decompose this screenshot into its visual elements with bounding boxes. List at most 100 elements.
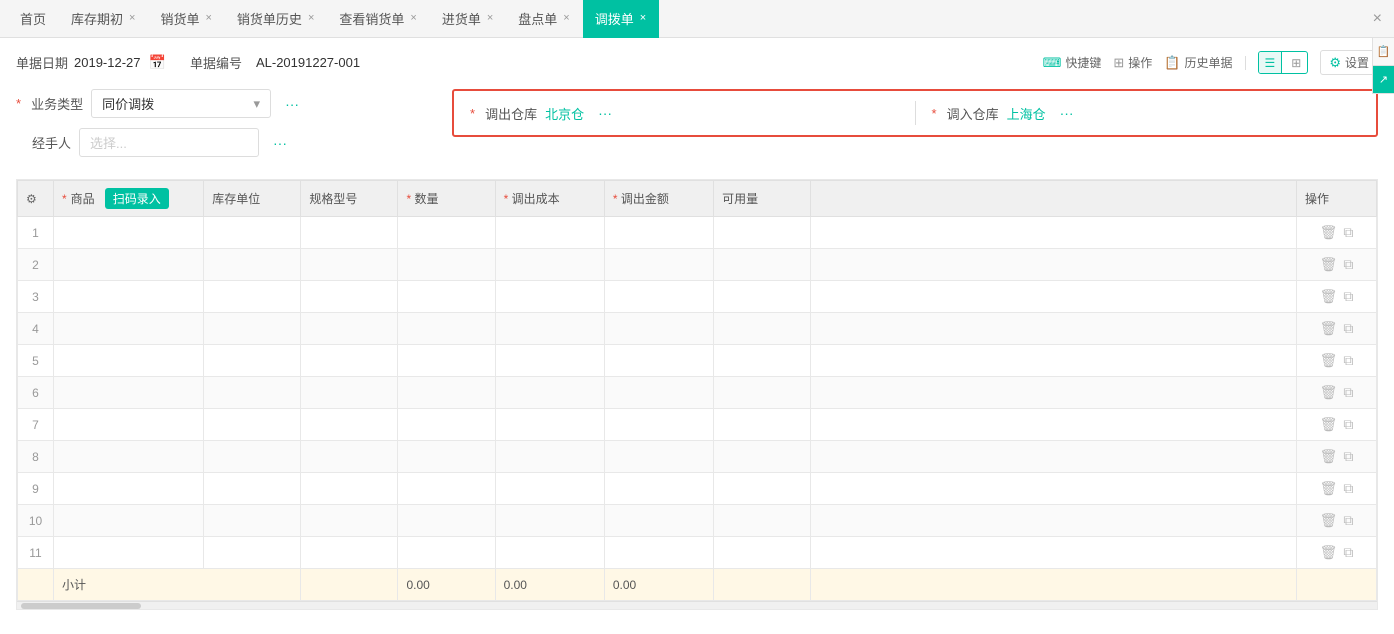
row-5-available[interactable] xyxy=(714,345,811,377)
row-9-delete-icon[interactable]: 🗑 xyxy=(1320,480,1338,497)
row-8-spec[interactable] xyxy=(301,441,398,473)
row-2-product[interactable] xyxy=(54,249,204,281)
row-6-available[interactable] xyxy=(714,377,811,409)
row-4-copy-icon[interactable]: ⧉ xyxy=(1343,320,1353,337)
tab-sales-history[interactable]: 销货单历史 × xyxy=(225,0,327,38)
business-type-dropdown[interactable]: 同价调拨 ▾ xyxy=(91,89,271,118)
row-8-delete-icon[interactable]: 🗑 xyxy=(1320,448,1338,465)
row-2-delete-icon[interactable]: 🗑 xyxy=(1320,256,1338,273)
row-8-cost[interactable] xyxy=(495,441,604,473)
row-11-spec[interactable] xyxy=(301,537,398,569)
tab-transfer-order[interactable]: 调拨单 × xyxy=(583,0,659,38)
row-10-delete-icon[interactable]: 🗑 xyxy=(1320,512,1338,529)
row-2-quantity[interactable] xyxy=(398,249,495,281)
row-6-spec[interactable] xyxy=(301,377,398,409)
tab-inventory-check[interactable]: 盘点单 × xyxy=(506,0,582,38)
row-9-unit[interactable] xyxy=(204,473,301,505)
row-4-unit[interactable] xyxy=(204,313,301,345)
row-7-unit[interactable] xyxy=(204,409,301,441)
operation-btn[interactable]: ⊞ 操作 xyxy=(1113,54,1152,71)
row-11-quantity[interactable] xyxy=(398,537,495,569)
row-10-available[interactable] xyxy=(714,505,811,537)
row-8-available[interactable] xyxy=(714,441,811,473)
tab-inventory-init[interactable]: 库存期初 × xyxy=(59,0,148,38)
tab-view-sales[interactable]: 查看销货单 × xyxy=(327,0,429,38)
row-9-product[interactable] xyxy=(54,473,204,505)
row-5-copy-icon[interactable]: ⧉ xyxy=(1343,352,1353,369)
row-7-spec[interactable] xyxy=(301,409,398,441)
row-4-product[interactable] xyxy=(54,313,204,345)
tab-inventory-init-close[interactable]: × xyxy=(129,13,135,24)
window-close-icon[interactable]: × xyxy=(1373,10,1382,28)
history-btn[interactable]: 📋 历史单据 xyxy=(1164,54,1232,71)
row-1-delete-icon[interactable]: 🗑 xyxy=(1320,224,1338,241)
row-3-spec[interactable] xyxy=(301,281,398,313)
transfer-in-more-icon[interactable]: ··· xyxy=(1060,105,1074,121)
horizontal-scrollbar[interactable] xyxy=(17,601,1377,609)
row-3-quantity[interactable] xyxy=(398,281,495,313)
row-6-product[interactable] xyxy=(54,377,204,409)
row-10-quantity[interactable] xyxy=(398,505,495,537)
row-7-cost[interactable] xyxy=(495,409,604,441)
tab-purchase-order[interactable]: 进货单 × xyxy=(430,0,506,38)
row-6-cost[interactable] xyxy=(495,377,604,409)
handler-more-icon[interactable]: ··· xyxy=(273,135,287,151)
row-3-copy-icon[interactable]: ⧉ xyxy=(1343,288,1353,305)
row-3-available[interactable] xyxy=(714,281,811,313)
row-11-copy-icon[interactable]: ⧉ xyxy=(1343,544,1353,561)
row-6-copy-icon[interactable]: ⧉ xyxy=(1343,384,1353,401)
row-2-copy-icon[interactable]: ⧉ xyxy=(1343,256,1353,273)
row-8-quantity[interactable] xyxy=(398,441,495,473)
side-notes-btn[interactable]: 📋 xyxy=(1373,38,1394,66)
handler-dropdown[interactable]: 选择... xyxy=(79,128,259,157)
row-4-cost[interactable] xyxy=(495,313,604,345)
tab-inventory-check-close[interactable]: × xyxy=(563,13,569,24)
row-3-delete-icon[interactable]: 🗑 xyxy=(1320,288,1338,305)
layout-list-btn[interactable]: ☰ xyxy=(1259,52,1283,73)
row-8-product[interactable] xyxy=(54,441,204,473)
settings-btn[interactable]: ⚙ 设置 xyxy=(1320,50,1378,75)
tab-purchase-order-close[interactable]: × xyxy=(487,13,493,24)
row-1-quantity[interactable] xyxy=(398,217,495,249)
row-3-amount[interactable] xyxy=(604,281,713,313)
tab-sales-order[interactable]: 销货单 × xyxy=(148,0,224,38)
row-10-product[interactable] xyxy=(54,505,204,537)
row-11-product[interactable] xyxy=(54,537,204,569)
row-2-unit[interactable] xyxy=(204,249,301,281)
tab-view-sales-close[interactable]: × xyxy=(410,13,416,24)
row-7-copy-icon[interactable]: ⧉ xyxy=(1343,416,1353,433)
business-type-more-icon[interactable]: ··· xyxy=(285,96,299,112)
row-5-cost[interactable] xyxy=(495,345,604,377)
row-2-amount[interactable] xyxy=(604,249,713,281)
row-3-product[interactable] xyxy=(54,281,204,313)
row-11-cost[interactable] xyxy=(495,537,604,569)
row-11-delete-icon[interactable]: 🗑 xyxy=(1320,544,1338,561)
row-9-copy-icon[interactable]: ⧉ xyxy=(1343,480,1353,497)
row-1-spec[interactable] xyxy=(301,217,398,249)
side-export-btn[interactable]: ↗ xyxy=(1373,66,1394,94)
tab-sales-history-close[interactable]: × xyxy=(308,13,314,24)
row-3-cost[interactable] xyxy=(495,281,604,313)
row-4-available[interactable] xyxy=(714,313,811,345)
row-4-spec[interactable] xyxy=(301,313,398,345)
row-1-product[interactable] xyxy=(54,217,204,249)
row-5-quantity[interactable] xyxy=(398,345,495,377)
row-5-spec[interactable] xyxy=(301,345,398,377)
col-gear[interactable]: ⚙ xyxy=(18,181,54,217)
tab-transfer-order-close[interactable]: × xyxy=(640,13,646,24)
row-4-amount[interactable] xyxy=(604,313,713,345)
row-11-amount[interactable] xyxy=(604,537,713,569)
layout-grid-btn[interactable]: ⊞ xyxy=(1285,52,1307,73)
row-5-unit[interactable] xyxy=(204,345,301,377)
row-3-unit[interactable] xyxy=(204,281,301,313)
row-11-available[interactable] xyxy=(714,537,811,569)
scroll-thumb[interactable] xyxy=(21,603,141,609)
row-7-delete-icon[interactable]: 🗑 xyxy=(1320,416,1338,433)
row-10-spec[interactable] xyxy=(301,505,398,537)
row-5-delete-icon[interactable]: 🗑 xyxy=(1320,352,1338,369)
row-5-product[interactable] xyxy=(54,345,204,377)
row-7-quantity[interactable] xyxy=(398,409,495,441)
row-9-cost[interactable] xyxy=(495,473,604,505)
row-2-cost[interactable] xyxy=(495,249,604,281)
calendar-icon[interactable]: 📅 xyxy=(149,54,166,71)
